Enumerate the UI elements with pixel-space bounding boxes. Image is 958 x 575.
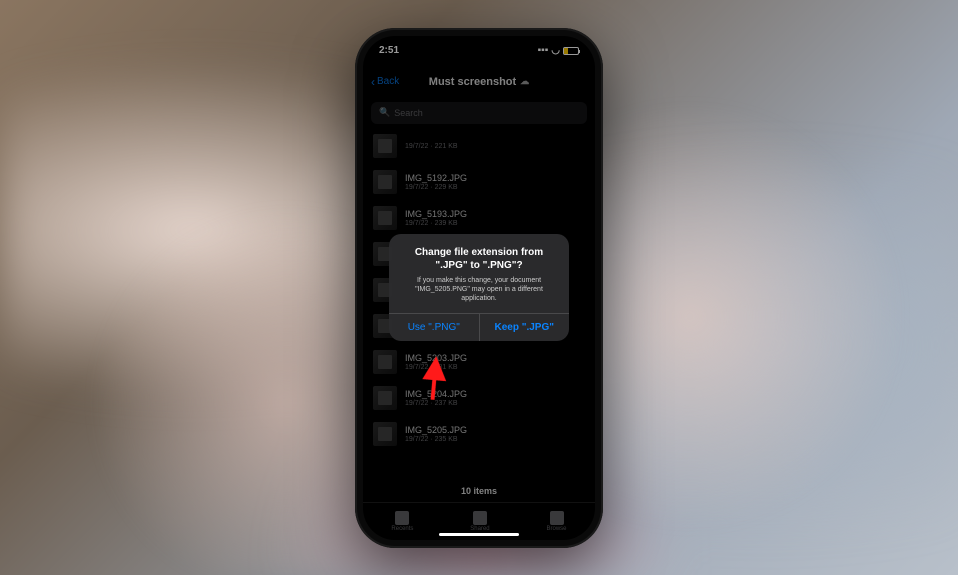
dialog-title: Change file extension from ".JPG" to ".P… — [399, 246, 559, 272]
dialog-actions: Use ".PNG" Keep ".JPG" — [389, 313, 569, 341]
keep-jpg-button[interactable]: Keep ".JPG" — [480, 314, 570, 341]
extension-dialog: Change file extension from ".JPG" to ".P… — [389, 234, 569, 341]
phone-frame: 2:51 ▪▪▪ ◡ ‹ Back Must screenshot ☁ 🔍 Se… — [355, 28, 603, 548]
dialog-message: If you make this change, your document "… — [399, 276, 559, 303]
use-png-button[interactable]: Use ".PNG" — [389, 314, 480, 341]
phone-screen: 2:51 ▪▪▪ ◡ ‹ Back Must screenshot ☁ 🔍 Se… — [363, 36, 595, 540]
phone-notch — [429, 36, 529, 58]
dialog-overlay: Change file extension from ".JPG" to ".P… — [363, 36, 595, 540]
dialog-content: Change file extension from ".JPG" to ".P… — [389, 234, 569, 313]
